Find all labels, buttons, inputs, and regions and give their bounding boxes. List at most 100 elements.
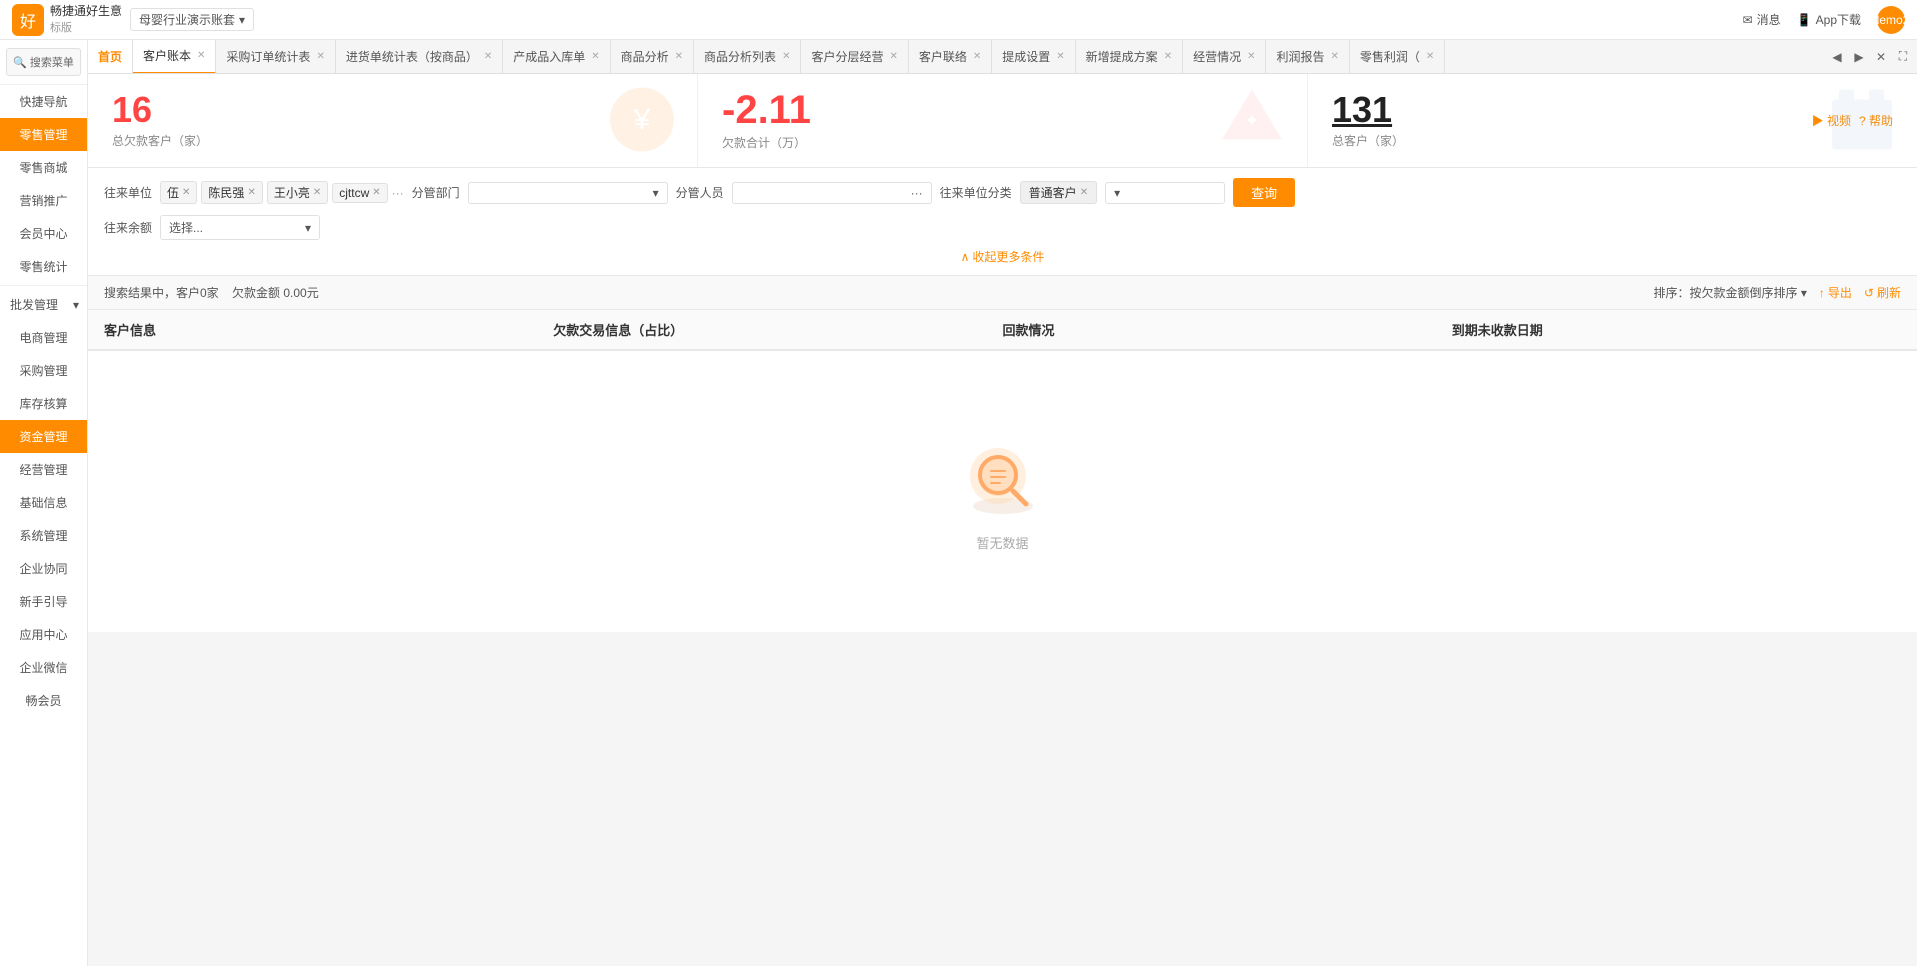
sidebar-item-huiyuanzhongxin[interactable]: 会员中心 (0, 217, 87, 250)
tab-close-jyqk[interactable]: ✕ (1247, 51, 1255, 62)
tab-close-spfx[interactable]: ✕ (675, 51, 683, 62)
tab-close-khll[interactable]: ✕ (973, 51, 981, 62)
tag-close-ptkh[interactable]: ✕ (1080, 187, 1088, 198)
result-bar: 搜索结果中，客户0家 欠款金额 0.00元 排序：按欠款金额倒序排序 ▾ ↑ 导… (88, 276, 1917, 310)
filter-more-button[interactable]: ··· (392, 186, 404, 200)
refresh-action[interactable]: ↺ 刷新 (1864, 284, 1901, 301)
tab-close-ccprk[interactable]: ✕ (591, 51, 599, 62)
sidebar-item-kucunhejia[interactable]: 库存核算 (0, 387, 87, 420)
sidebar-item-pifaguanli[interactable]: 批发管理 ▾ (0, 288, 87, 321)
stat-label-total: 总客户（家） (1332, 132, 1404, 149)
tab-close-cgddtjb[interactable]: ✕ (316, 51, 324, 62)
balance-placeholder: 选择... (169, 219, 203, 236)
sidebar-item-caigouguanli[interactable]: 采购管理 (0, 354, 87, 387)
message-label: 消息 (1757, 11, 1781, 28)
workspace-selector[interactable]: 母婴行业演示账套 ▾ (130, 8, 254, 31)
sidebar-item-jichuxinxi[interactable]: 基础信息 (0, 486, 87, 519)
tab-home[interactable]: 首页 (88, 40, 133, 74)
tab-close-tcsz[interactable]: ✕ (1056, 51, 1064, 62)
tag-label: cjttcw (339, 186, 369, 200)
tab-label: 进货单统计表（按商品） (346, 48, 478, 65)
sidebar-item-label: 企业协同 (6, 560, 81, 577)
refresh-label: 刷新 (1877, 284, 1901, 301)
avatar[interactable]: demo2 (1877, 6, 1905, 34)
sidebar-item-label: 库存核算 (6, 395, 81, 412)
tab-spfx[interactable]: 商品分析 ✕ (611, 40, 694, 74)
refresh-icon: ↺ (1864, 286, 1874, 300)
sidebar-item-dianguanguanli[interactable]: 电商管理 (0, 321, 87, 354)
tab-close-all-button[interactable]: ✕ (1871, 47, 1891, 67)
tab-label: 采购订单统计表 (226, 48, 310, 65)
tag-close-wu[interactable]: ✕ (182, 187, 190, 198)
tab-jyqk[interactable]: 经营情况 ✕ (1183, 40, 1266, 74)
tab-khzb[interactable]: 客户账本 ✕ (133, 40, 216, 74)
tab-lslr[interactable]: 零售利润（ ✕ (1350, 40, 1445, 74)
collapse-button[interactable]: ∧ 收起更多条件 (961, 248, 1045, 265)
tab-label: 利润报告 (1276, 48, 1324, 65)
tag-close-wangxiaoliang[interactable]: ✕ (313, 187, 321, 198)
sort-text: 排序：按欠款金额倒序排序 (1654, 286, 1798, 300)
tab-expand-button[interactable]: ⛶ (1893, 47, 1913, 67)
tab-close-khfcjy[interactable]: ✕ (889, 51, 897, 62)
tab-prev-button[interactable]: ◀ (1827, 47, 1847, 67)
stat-info-total: 131 总客户（家） (1332, 92, 1404, 149)
query-button[interactable]: 查询 (1233, 178, 1295, 207)
filter-tag-cjttcw: cjttcw ✕ (332, 183, 387, 203)
person-filter-select[interactable]: ··· (732, 182, 932, 204)
sidebar-item-lingshougguanli[interactable]: 零售管理 (0, 118, 87, 151)
tab-spfxlb[interactable]: 商品分析列表 ✕ (694, 40, 801, 74)
tab-xztcfa[interactable]: 新增提成方案 ✕ (1076, 40, 1183, 74)
export-action[interactable]: ↑ 导出 (1819, 284, 1852, 301)
tab-close-lslr[interactable]: ✕ (1426, 51, 1434, 62)
col-label: 客户信息 (104, 323, 156, 338)
tab-close-spfxlb[interactable]: ✕ (782, 51, 790, 62)
top-bar-right: ✉ 消息 📱 App下载 demo2 (1743, 6, 1905, 34)
sidebar-item-jingyingguanli[interactable]: 经营管理 (0, 453, 87, 486)
tag-close-cjttcw[interactable]: ✕ (372, 187, 380, 198)
sidebar-item-xinshouyindao[interactable]: 新手引导 (0, 585, 87, 618)
stat-info-customers: 16 总欠款客户（家） (112, 92, 208, 149)
search-menu-button[interactable]: 🔍 搜索菜单 (6, 48, 81, 76)
tag-close-chenminqiang[interactable]: ✕ (247, 187, 255, 198)
export-label: 导出 (1828, 284, 1852, 301)
message-action[interactable]: ✉ 消息 (1743, 11, 1781, 28)
tab-khll[interactable]: 客户联络 ✕ (909, 40, 992, 74)
tab-jhdtjb[interactable]: 进货单统计表（按商品） ✕ (336, 40, 503, 74)
sidebar-search-area: 🔍 搜索菜单 (0, 40, 87, 85)
top-bar: 好 畅捷通好生意 标版 母婴行业演示账套 ▾ ✉ 消息 📱 App下载 demo… (0, 0, 1917, 40)
sidebar-item-changhui[interactable]: 畅会员 (0, 684, 87, 717)
sidebar-item-yingxiaotuitui[interactable]: 营销推广 (0, 184, 87, 217)
sidebar-item-lingshoutongjia[interactable]: 零售统计 (0, 250, 87, 283)
table-col-hkqk: 回款情况 (1003, 320, 1452, 339)
right-panel: 首页 客户账本 ✕ 采购订单统计表 ✕ 进货单统计表（按商品） ✕ 产成品入库单… (88, 40, 1917, 966)
tab-close-jhdtjb[interactable]: ✕ (484, 51, 492, 62)
tab-close-xztcfa[interactable]: ✕ (1164, 51, 1172, 62)
sidebar-item-xitonguanli[interactable]: 系统管理 (0, 519, 87, 552)
tab-lrbg[interactable]: 利润报告 ✕ (1266, 40, 1349, 74)
sidebar-item-zijinguanli[interactable]: 资金管理 (0, 420, 87, 453)
tab-close-khzb[interactable]: ✕ (197, 50, 205, 61)
table-col-qkjy: 欠款交易信息（占比） (553, 320, 1002, 339)
tab-next-button[interactable]: ▶ (1849, 47, 1869, 67)
tab-close-lrbg[interactable]: ✕ (1331, 51, 1339, 62)
tab-khfcjy[interactable]: 客户分层经营 ✕ (801, 40, 908, 74)
filter-row-2: 往来余额 选择... ▾ (104, 215, 1901, 240)
sidebar-item-label: 会员中心 (6, 225, 81, 242)
sidebar-item-qiyeweiixn[interactable]: 企业微信 (0, 651, 87, 684)
sidebar-item-lingshougshangcheng[interactable]: 零售商城 (0, 151, 87, 184)
balance-filter-select[interactable]: 选择... ▾ (160, 215, 320, 240)
sidebar-item-label: 企业微信 (6, 659, 81, 676)
dept-filter-select[interactable]: ▾ (468, 182, 668, 204)
tab-cgddtjb[interactable]: 采购订单统计表 ✕ (216, 40, 335, 74)
tab-tcsz[interactable]: 提成设置 ✕ (992, 40, 1075, 74)
expand-icon: ▾ (73, 298, 79, 312)
filter-tag-ptkh: 普通客户 ✕ (1020, 181, 1097, 204)
tab-ccprk[interactable]: 产成品入库单 ✕ (503, 40, 610, 74)
stat-info-amount: -2.11 欠款合计（万） (722, 90, 811, 151)
sidebar-item-label: 系统管理 (6, 527, 81, 544)
app-download-action[interactable]: 📱 App下载 (1797, 11, 1861, 28)
unit-type-dropdown[interactable]: ▾ (1105, 182, 1225, 204)
sidebar-item-yingyongzhongxin[interactable]: 应用中心 (0, 618, 87, 651)
sidebar-item-qiyexieyue[interactable]: 企业协同 (0, 552, 87, 585)
sidebar: 🔍 搜索菜单 快捷导航 零售管理 零售商城 营销推广 会员中心 零售统计 批发管… (0, 40, 88, 966)
